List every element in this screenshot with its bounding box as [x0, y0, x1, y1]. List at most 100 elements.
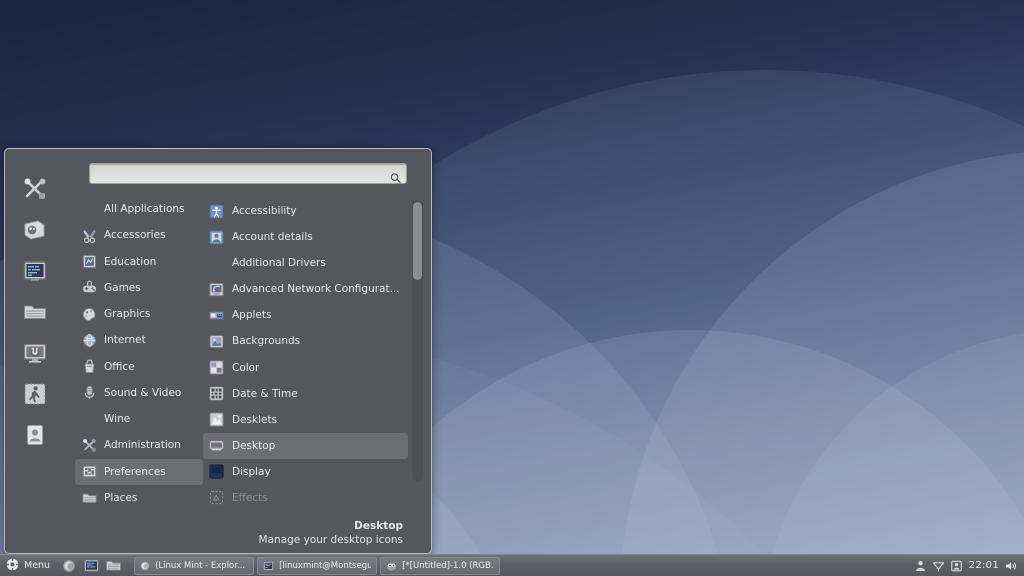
system-settings-icon[interactable]	[21, 175, 49, 203]
desktop-icon	[209, 438, 224, 453]
search-box[interactable]	[89, 163, 407, 184]
application-label: Desktop	[232, 439, 276, 452]
account-details-icon	[209, 230, 224, 245]
application-list-scrollbar[interactable]	[412, 200, 423, 481]
desktop[interactable]: All Applications Accessories Education Game…	[0, 0, 1024, 576]
window-list: (Linux Mint - Explor... [linuxmint@Montse…	[134, 556, 501, 575]
application-item[interactable]: Additional Drivers	[203, 250, 408, 276]
application-label: Additional Drivers	[232, 257, 326, 270]
category-label: Places	[104, 491, 138, 504]
files-launcher-icon[interactable]	[102, 556, 124, 576]
volume-icon[interactable]	[1005, 559, 1017, 572]
network-config-icon	[209, 282, 224, 297]
network-tray-icon[interactable]	[933, 559, 945, 572]
window-button-title: [*[Untitled]-1.0 (RGB...	[402, 560, 495, 571]
office-icon	[82, 359, 97, 374]
scrollbar-thumb[interactable]	[413, 202, 422, 280]
window-button-title: (Linux Mint - Explor...	[155, 560, 246, 571]
application-item[interactable]: Date & Time	[203, 381, 408, 407]
lock-screen-icon[interactable]	[21, 421, 49, 449]
category-label: Preferences	[104, 465, 166, 478]
application-item[interactable]: Account details	[203, 224, 408, 250]
menu-button[interactable]: Menu	[0, 556, 58, 576]
administration-icon	[82, 438, 97, 453]
window-button-title: [linuxmint@Montsegu...	[279, 560, 372, 571]
wallpaper-arc	[620, 150, 1024, 576]
terminal-icon[interactable]	[21, 257, 49, 285]
applets-icon	[209, 308, 224, 323]
application-menu[interactable]: All Applications Accessories Education Game…	[4, 148, 432, 554]
application-item[interactable]: Advanced Network Configurat...	[203, 276, 408, 302]
taskbar-panel: Menu (Linux Mint - Explor... [linuxmint@…	[0, 554, 1024, 576]
category-label: Accessories	[104, 229, 166, 242]
status-title: Desktop	[354, 520, 403, 532]
category-list: All Applications Accessories Education Game…	[75, 194, 203, 511]
backgrounds-icon	[209, 334, 224, 349]
category-item[interactable]: Administration	[75, 432, 203, 458]
category-item[interactable]: Sound & Video	[75, 380, 203, 406]
category-label: Education	[104, 255, 157, 268]
application-item[interactable]: Backgrounds	[203, 328, 408, 354]
category-item[interactable]: Accessories	[75, 222, 203, 248]
category-item[interactable]: Places	[75, 485, 203, 511]
category-item[interactable]: Office	[75, 354, 203, 380]
application-label: Desklets	[232, 413, 278, 426]
application-item[interactable]: Desklets	[203, 407, 408, 433]
software-manager-icon[interactable]	[21, 216, 49, 244]
display-icon	[209, 464, 224, 479]
application-label: Backgrounds	[232, 335, 301, 348]
clock[interactable]: 22:01	[969, 560, 999, 571]
firefox-window-icon	[140, 561, 150, 571]
category-item[interactable]: Internet	[75, 327, 203, 353]
search-input[interactable]	[90, 164, 406, 183]
color-icon	[209, 360, 224, 375]
menu-sidebar-rail	[5, 149, 65, 553]
window-button[interactable]: [linuxmint@Montsegu...	[257, 556, 378, 575]
window-button[interactable]: [*[Untitled]-1.0 (RGB...	[380, 556, 501, 575]
category-item[interactable]: Education	[75, 249, 203, 275]
user-accounts-tray-icon[interactable]	[915, 559, 927, 572]
category-item[interactable]: Games	[75, 275, 203, 301]
application-item[interactable]: Color	[203, 354, 408, 380]
accessories-icon	[82, 228, 97, 243]
menu-button-label: Menu	[24, 560, 51, 571]
category-label: Administration	[104, 439, 181, 452]
application-item[interactable]: Applets	[203, 302, 408, 328]
application-item[interactable]: Display	[203, 459, 408, 485]
category-item[interactable]: Preferences	[75, 458, 203, 485]
category-item[interactable]: Graphics	[75, 301, 203, 327]
category-label: Wine	[104, 413, 131, 426]
application-item[interactable]: Accessibility	[203, 198, 408, 224]
application-item[interactable]: Effects	[203, 485, 408, 511]
category-label: Graphics	[104, 308, 151, 321]
category-label: Office	[104, 360, 135, 373]
logout-icon[interactable]	[21, 380, 49, 408]
window-button[interactable]: (Linux Mint - Explor...	[134, 556, 255, 575]
desklets-icon	[209, 412, 224, 427]
application-item[interactable]: Desktop	[203, 432, 408, 459]
search-icon[interactable]	[390, 168, 401, 183]
terminal-launcher-icon[interactable]	[80, 556, 102, 576]
status-area: Desktop Manage your desktop icons	[65, 511, 425, 553]
mint-logo-icon	[6, 557, 19, 574]
application-list-area: Accessibility Account details Additional D…	[203, 194, 425, 511]
places-icon	[82, 490, 97, 505]
category-item[interactable]: All Applications	[75, 196, 203, 222]
wallpaper-arc	[760, 330, 1024, 576]
application-label: Display	[232, 465, 271, 478]
search-area	[65, 149, 425, 194]
menu-body: All Applications Accessories Education Game…	[65, 149, 431, 553]
files-icon[interactable]	[21, 298, 49, 326]
category-label: Internet	[104, 334, 146, 347]
firefox-launcher-icon[interactable]	[58, 556, 80, 576]
category-item[interactable]: Wine	[75, 406, 203, 432]
terminal-window-icon	[263, 560, 274, 571]
category-label: Games	[104, 281, 141, 294]
preferences-icon	[82, 464, 97, 479]
status-description: Manage your desktop icons	[258, 534, 403, 546]
update-manager-tray-icon[interactable]	[951, 559, 963, 572]
application-list: Accessibility Account details Additional D…	[203, 194, 408, 511]
accessibility-icon	[209, 204, 224, 219]
shutdown-icon[interactable]	[21, 339, 49, 367]
education-icon	[82, 254, 97, 269]
